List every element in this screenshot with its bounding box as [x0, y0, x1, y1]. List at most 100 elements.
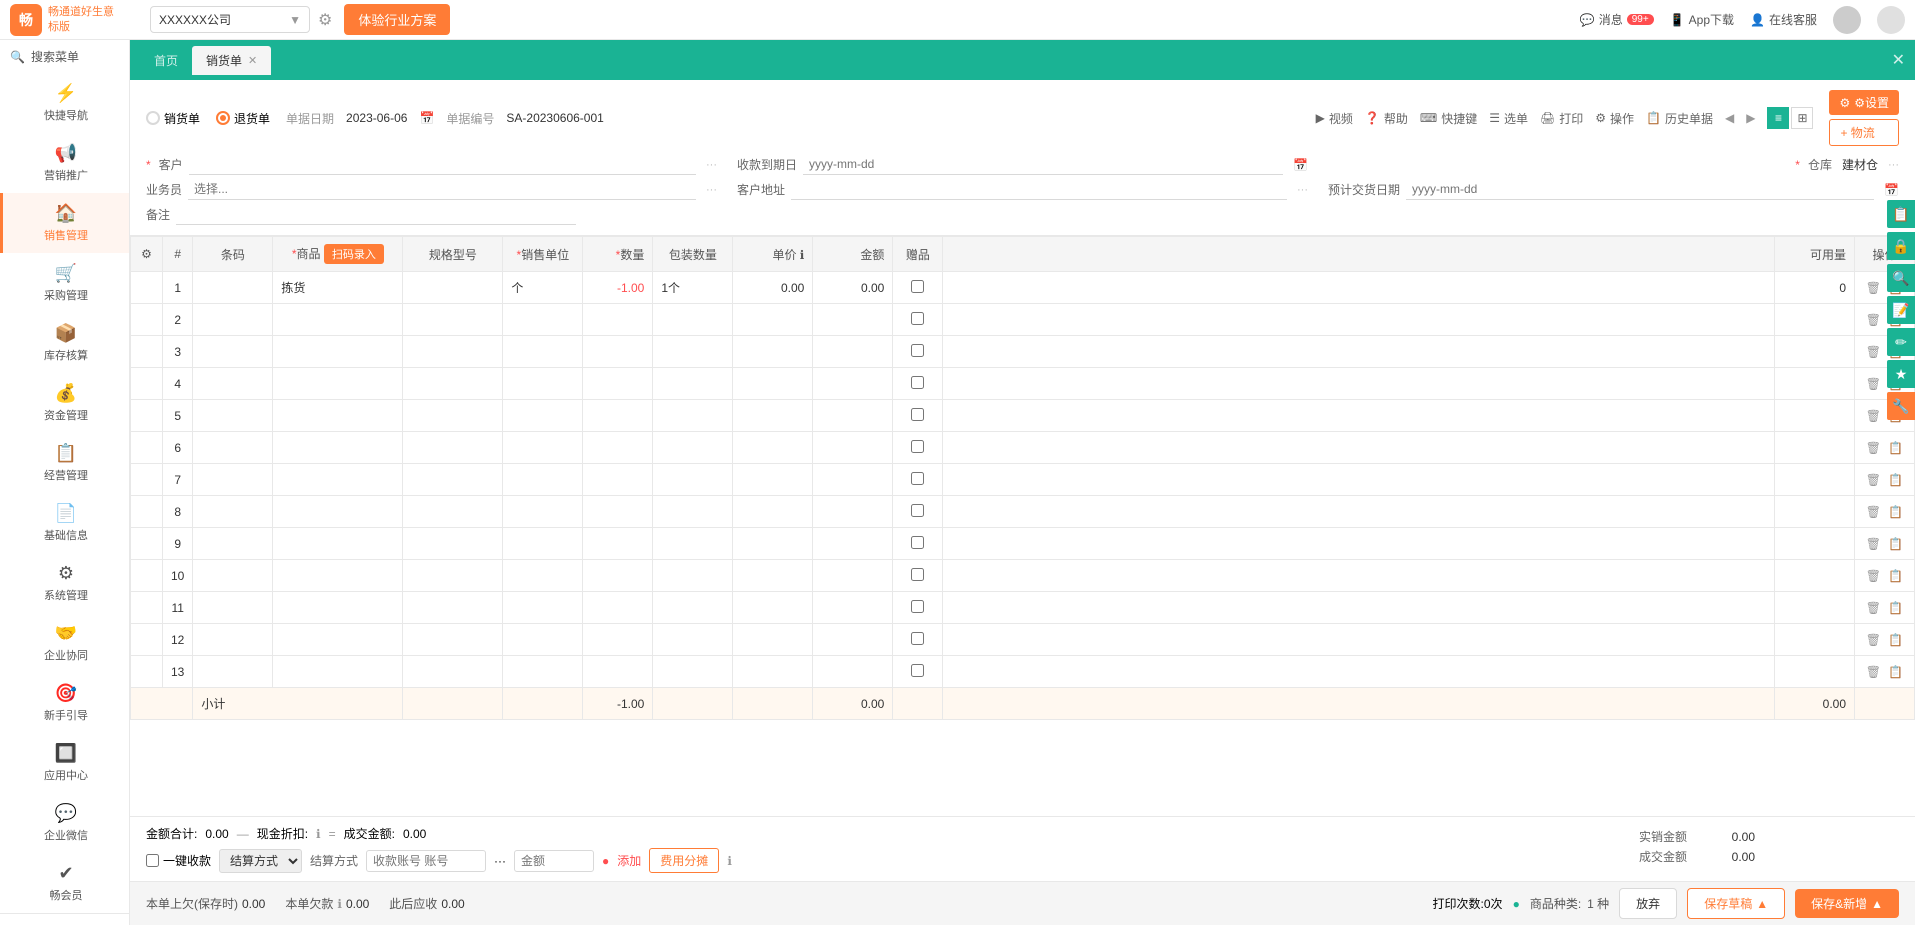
row-product[interactable] — [273, 304, 403, 336]
save-draft-button[interactable]: 保存草稿 ▲ — [1687, 888, 1785, 919]
delete-icon[interactable]: 🗑 — [1866, 569, 1881, 583]
date-calendar-icon[interactable]: 📅 — [419, 111, 434, 125]
row-barcode[interactable] — [193, 272, 273, 304]
delete-icon[interactable]: 🗑 — [1866, 601, 1881, 615]
info-icon[interactable]: ℹ — [316, 827, 321, 841]
row-spec[interactable] — [403, 304, 503, 336]
messages-button[interactable]: 💬 消息 99+ — [1580, 11, 1654, 28]
row-settings[interactable] — [131, 368, 163, 400]
online-service-button[interactable]: 👤 在线客服 — [1750, 11, 1817, 28]
doc-owe2-info-icon[interactable]: ℹ — [337, 897, 342, 911]
delete-icon[interactable]: 🗑 — [1866, 505, 1881, 519]
row-gift[interactable] — [893, 560, 943, 592]
row-amount[interactable] — [813, 656, 893, 688]
row-qty[interactable] — [583, 528, 653, 560]
row-qty[interactable] — [583, 592, 653, 624]
history-btn[interactable]: 📋 历史单据 — [1646, 110, 1713, 127]
account-input[interactable] — [366, 850, 486, 872]
print-btn[interactable]: 🖨 打印 — [1540, 110, 1583, 127]
row-spec[interactable] — [403, 368, 503, 400]
row-product[interactable] — [273, 368, 403, 400]
help-btn[interactable]: ❓ 帮助 — [1365, 110, 1408, 127]
row-qty[interactable] — [583, 336, 653, 368]
rf-btn-2[interactable]: 🔒 — [1887, 232, 1915, 260]
row-product[interactable] — [273, 560, 403, 592]
shortcut-btn[interactable]: ⌨ 快捷键 — [1420, 110, 1477, 127]
row-pkgqty[interactable] — [653, 464, 733, 496]
row-settings[interactable] — [131, 624, 163, 656]
row-settings[interactable] — [131, 464, 163, 496]
rf-btn-4[interactable]: 📝 — [1887, 296, 1915, 324]
sidebar-item-apps[interactable]: 🔲 应用中心 — [0, 733, 129, 793]
th-settings[interactable]: ⚙ — [131, 237, 163, 272]
row-price[interactable] — [733, 496, 813, 528]
row-qty[interactable] — [583, 560, 653, 592]
row-barcode[interactable] — [193, 624, 273, 656]
copy-icon[interactable]: 📋 — [1888, 569, 1903, 583]
row-qty[interactable] — [583, 304, 653, 336]
row-spec[interactable] — [403, 400, 503, 432]
nav-next-icon[interactable]: ▶ — [1746, 111, 1755, 125]
row-pkgqty[interactable]: 1个 — [653, 272, 733, 304]
row-product[interactable] — [273, 528, 403, 560]
sidebar-item-operations[interactable]: 📋 经营管理 — [0, 433, 129, 493]
copy-icon[interactable]: 📋 — [1888, 665, 1903, 679]
sidebar-item-system[interactable]: ⚙ 系统管理 — [0, 553, 129, 613]
expected-date-input[interactable] — [1406, 179, 1874, 200]
sidebar-search[interactable]: 🔍 搜索菜单 — [0, 40, 129, 73]
row-pkgqty[interactable] — [653, 304, 733, 336]
app-download-button[interactable]: 📱 App下载 — [1670, 11, 1734, 28]
scan-button[interactable]: 扫码录入 — [324, 244, 384, 264]
row-price[interactable] — [733, 592, 813, 624]
delete-icon[interactable]: 🗑 — [1866, 409, 1881, 423]
row-price[interactable] — [733, 400, 813, 432]
row-amount[interactable] — [813, 304, 893, 336]
sidebar-item-wechat[interactable]: 💬 企业微信 — [0, 793, 129, 853]
copy-icon[interactable]: 📋 — [1888, 633, 1903, 647]
row-barcode[interactable] — [193, 432, 273, 464]
row-gift[interactable] — [893, 272, 943, 304]
row-spec[interactable] — [403, 432, 503, 464]
row-spec[interactable] — [403, 656, 503, 688]
row-price[interactable] — [733, 656, 813, 688]
row-gift[interactable] — [893, 400, 943, 432]
row-pkgqty[interactable] — [653, 656, 733, 688]
copy-icon[interactable]: 📋 — [1888, 473, 1903, 487]
add-icon[interactable]: ● — [602, 854, 609, 868]
row-amount[interactable] — [813, 624, 893, 656]
row-unit[interactable] — [503, 624, 583, 656]
row-product[interactable] — [273, 496, 403, 528]
row-settings[interactable] — [131, 592, 163, 624]
row-price[interactable] — [733, 464, 813, 496]
expected-date-calendar-icon[interactable]: 📅 — [1884, 183, 1899, 197]
sidebar-item-base[interactable]: 📄 基础信息 — [0, 493, 129, 553]
customer-addr-input[interactable] — [791, 179, 1287, 200]
customer-more-icon[interactable]: ··· — [706, 159, 717, 171]
row-spec[interactable] — [403, 560, 503, 592]
row-gift[interactable] — [893, 464, 943, 496]
row-unit[interactable] — [503, 336, 583, 368]
abandon-button[interactable]: 放弃 — [1619, 888, 1677, 919]
row-unit[interactable]: 个 — [503, 272, 583, 304]
row-amount[interactable]: 0.00 — [813, 272, 893, 304]
row-spec[interactable] — [403, 592, 503, 624]
customer-input[interactable] — [189, 154, 696, 175]
row-amount[interactable] — [813, 464, 893, 496]
row-unit[interactable] — [503, 400, 583, 432]
copy-icon[interactable]: 📋 — [1888, 441, 1903, 455]
row-barcode[interactable] — [193, 656, 273, 688]
row-barcode[interactable] — [193, 496, 273, 528]
row-price[interactable] — [733, 368, 813, 400]
row-amount[interactable] — [813, 432, 893, 464]
tab-close-icon[interactable]: ✕ — [248, 54, 257, 67]
radio-sales[interactable]: 销货单 — [146, 110, 200, 127]
row-qty[interactable] — [583, 368, 653, 400]
row-qty[interactable] — [583, 656, 653, 688]
delete-icon[interactable]: 🗑 — [1866, 345, 1881, 359]
row-unit[interactable] — [503, 592, 583, 624]
config-button[interactable]: ⚙ ⚙设置 — [1829, 90, 1899, 115]
row-settings[interactable] — [131, 496, 163, 528]
row-gift[interactable] — [893, 336, 943, 368]
delete-icon[interactable]: 🗑 — [1866, 377, 1881, 391]
salesperson-input[interactable] — [188, 179, 696, 200]
